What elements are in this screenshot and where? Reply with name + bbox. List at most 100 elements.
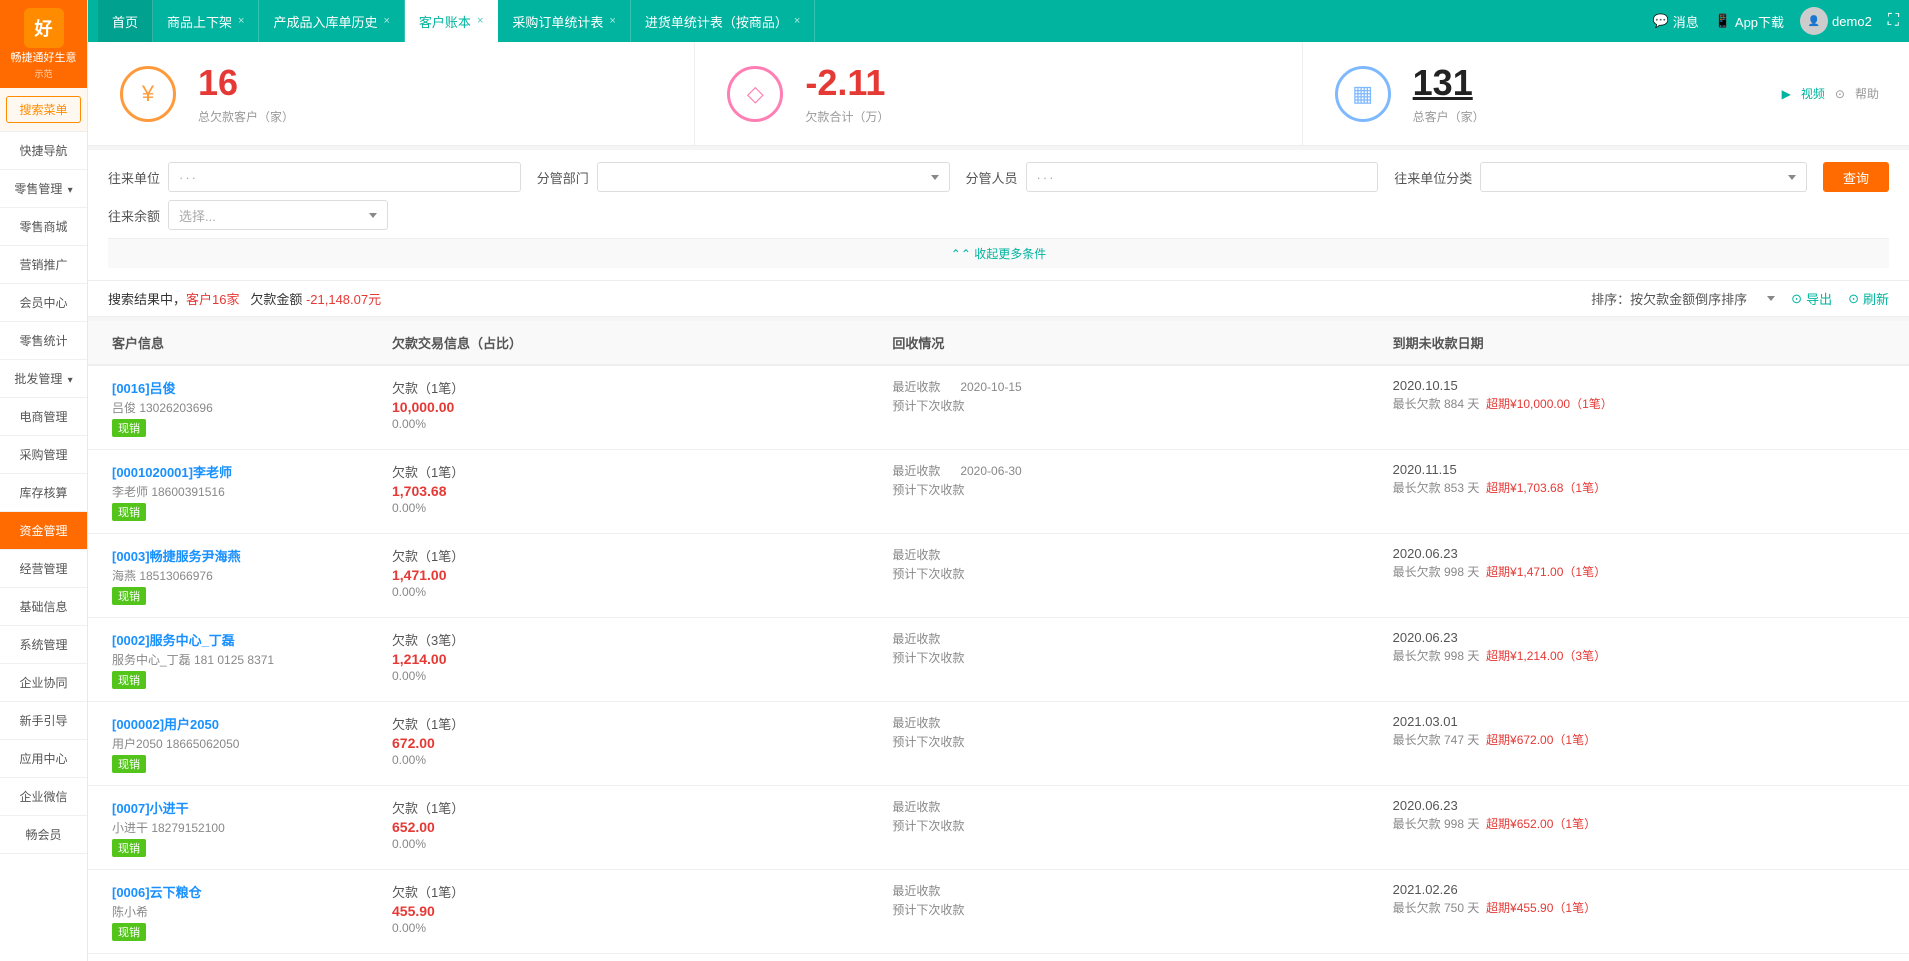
dept-label: 分管部门	[537, 168, 589, 187]
debtors-value: 16	[198, 62, 294, 104]
debt-cell-5: 欠款（1笔） 652.00 0.00%	[388, 796, 888, 859]
sidebar-item-inventory[interactable]: 库存核算	[0, 474, 87, 512]
sidebar-item-system[interactable]: 系统管理	[0, 626, 87, 664]
maximize-action[interactable]: ⛶	[1888, 12, 1899, 30]
user-action[interactable]: 👤 demo2	[1800, 7, 1872, 35]
sidebar-item-retail-mall[interactable]: 零售商城	[0, 208, 87, 246]
customer-tag-1: 现销	[112, 503, 146, 521]
sidebar-item-retail-stats[interactable]: 零售统计	[0, 322, 87, 360]
export-button[interactable]: ⊙ 导出	[1791, 289, 1832, 308]
app-logo: 好 畅捷通好生意 示范	[0, 0, 87, 88]
filter-person: 分管人员 ···	[966, 162, 1379, 192]
recovery-cell-5: 最近收款 预计下次收款	[888, 796, 1388, 859]
view-label[interactable]: 视频	[1801, 85, 1825, 102]
sidebar-item-member[interactable]: 会员中心	[0, 284, 87, 322]
debt-count-1: 欠款（1笔）	[392, 462, 884, 481]
due-cell-6: 2021.02.26 最长欠款 750 天 超期¥455.90（1笔）	[1389, 880, 1889, 943]
overdue-days-0: 最长欠款 884 天 超期¥10,000.00（1笔）	[1393, 395, 1885, 412]
tab-product-listing[interactable]: 商品上下架 ×	[153, 0, 259, 42]
customer-name-0[interactable]: [0016]吕俊	[112, 381, 176, 396]
avatar: 👤	[1800, 7, 1828, 35]
tab-product-listing-close[interactable]: ×	[238, 15, 244, 27]
filter-from-unit: 往来单位 ···	[108, 162, 521, 192]
sort-chevron-icon[interactable]	[1767, 296, 1775, 301]
results-info: 搜索结果中，客户16家 欠款金额 -21,148.07元	[108, 289, 381, 308]
filter-unit-class: 往来单位分类	[1394, 162, 1807, 192]
help-label[interactable]: 帮助	[1855, 85, 1879, 102]
overdue-amount-1[interactable]: 超期¥1,703.68（1笔）	[1486, 481, 1606, 495]
tab-purchase-stats[interactable]: 采购订单统计表 ×	[498, 0, 630, 42]
balance-select[interactable]: 选择...	[168, 200, 388, 230]
sidebar-item-ecommerce[interactable]: 电商管理	[0, 398, 87, 436]
customer-tag-3: 现销	[112, 671, 146, 689]
filter-collapse-button[interactable]: ⌃⌃ 收起更多条件	[108, 238, 1889, 268]
tab-home[interactable]: 首页	[98, 0, 153, 42]
from-unit-input[interactable]: ···	[168, 162, 521, 192]
customer-name-2[interactable]: [0003]畅捷服务尹海燕	[112, 549, 241, 564]
next-payment-5: 预计下次收款	[892, 817, 1384, 834]
search-menu-button[interactable]: 搜索菜单	[6, 96, 81, 123]
mobile-icon: 📱	[1715, 13, 1731, 29]
overdue-amount-6[interactable]: 超期¥455.90（1笔）	[1486, 901, 1596, 915]
due-date-5: 2020.06.23	[1393, 798, 1885, 813]
customer-name-1[interactable]: [0001020001]李老师	[112, 465, 232, 480]
dept-select[interactable]	[597, 162, 950, 192]
table-header: 客户信息 欠款交易信息（占比） 回收情况 到期未收款日期	[88, 321, 1909, 366]
app-download-action[interactable]: 📱 App下载	[1715, 12, 1784, 31]
customer-cell-1: [0001020001]李老师 李老师 18600391516 现销	[108, 460, 388, 523]
sidebar-item-enterprise[interactable]: 企业协同	[0, 664, 87, 702]
customer-name-5[interactable]: [0007]小进干	[112, 801, 189, 816]
person-input[interactable]: ···	[1026, 162, 1379, 192]
sidebar-item-basic-info[interactable]: 基础信息	[0, 588, 87, 626]
sidebar-item-quick-nav[interactable]: 快捷导航	[0, 132, 87, 170]
tab-purchase-stats2[interactable]: 进货单统计表（按商品） ×	[631, 0, 815, 42]
filter-row-2: 往来余额 选择...	[108, 200, 1889, 230]
message-action[interactable]: 💬 消息	[1653, 12, 1699, 31]
recent-payment-0: 最近收款 2020-10-15	[892, 378, 1384, 395]
debt-amount-3: 1,214.00	[392, 651, 884, 667]
tab-purchase-history-close[interactable]: ×	[383, 15, 389, 27]
overdue-amount-2[interactable]: 超期¥1,471.00（1笔）	[1486, 565, 1606, 579]
sidebar-item-wholesale[interactable]: 批发管理 ▾	[0, 360, 87, 398]
overdue-amount-4[interactable]: 超期¥672.00（1笔）	[1486, 733, 1596, 747]
overdue-amount-5[interactable]: 超期¥652.00（1笔）	[1486, 817, 1596, 831]
main-area: 首页 商品上下架 × 产成品入库单历史 × 客户账本 × 采购订单统计表 × 进…	[88, 0, 1909, 961]
stat-icon-customers: ▦	[1333, 64, 1393, 124]
sidebar-item-operation[interactable]: 经营管理	[0, 550, 87, 588]
sidebar-item-marketing[interactable]: 营销推广	[0, 246, 87, 284]
sidebar-item-guide[interactable]: 新手引导	[0, 702, 87, 740]
sidebar-item-finance[interactable]: 资金管理	[0, 512, 87, 550]
sidebar-item-purchase[interactable]: 采购管理	[0, 436, 87, 474]
sidebar-item-app-center[interactable]: 应用中心	[0, 740, 87, 778]
customer-contact-5: 小进干 18279152100	[112, 819, 384, 836]
sidebar-item-member2[interactable]: 畅会员	[0, 816, 87, 854]
app-download-label: App下载	[1735, 12, 1784, 31]
overdue-days-6: 最长欠款 750 天 超期¥455.90（1笔）	[1393, 899, 1885, 916]
sidebar-item-retail-mgmt[interactable]: 零售管理 ▾	[0, 170, 87, 208]
tab-purchase-history[interactable]: 产成品入库单历史 ×	[259, 0, 404, 42]
view-icon: ▶	[1782, 87, 1791, 101]
debt-ratio-1: 0.00%	[392, 501, 884, 515]
customer-name-3[interactable]: [0002]服务中心_丁磊	[112, 633, 235, 648]
person-dots: ···	[1037, 170, 1056, 185]
debt-amount-6: 455.90	[392, 903, 884, 919]
tab-purchase-stats-close[interactable]: ×	[609, 15, 615, 27]
tab-customer-account[interactable]: 客户账本 ×	[405, 0, 498, 42]
tab-customer-account-close[interactable]: ×	[477, 15, 483, 27]
customer-tag-4: 现销	[112, 755, 146, 773]
sidebar-item-wechat[interactable]: 企业微信	[0, 778, 87, 816]
overdue-amount-3[interactable]: 超期¥1,214.00（3笔）	[1486, 649, 1606, 663]
username-label: demo2	[1832, 14, 1872, 29]
sidebar: 好 畅捷通好生意 示范 搜索菜单 快捷导航 零售管理 ▾ 零售商城 营销推广 会…	[0, 0, 88, 961]
debt-ratio-6: 0.00%	[392, 921, 884, 935]
refresh-button[interactable]: ⊙ 刷新	[1848, 289, 1889, 308]
tab-purchase-stats2-close[interactable]: ×	[794, 15, 800, 27]
overdue-amount-0[interactable]: 超期¥10,000.00（1笔）	[1486, 397, 1613, 411]
unit-class-select[interactable]	[1480, 162, 1807, 192]
customer-name-4[interactable]: [000002]用户2050	[112, 717, 219, 732]
query-button[interactable]: 查询	[1823, 162, 1889, 192]
recovery-cell-3: 最近收款 预计下次收款	[888, 628, 1388, 691]
col-recovery: 回收情况	[888, 331, 1388, 354]
stat-card-debtors: ¥ 16 总欠款客户（家）	[88, 42, 695, 145]
customer-name-6[interactable]: [0006]云下粮仓	[112, 885, 202, 900]
